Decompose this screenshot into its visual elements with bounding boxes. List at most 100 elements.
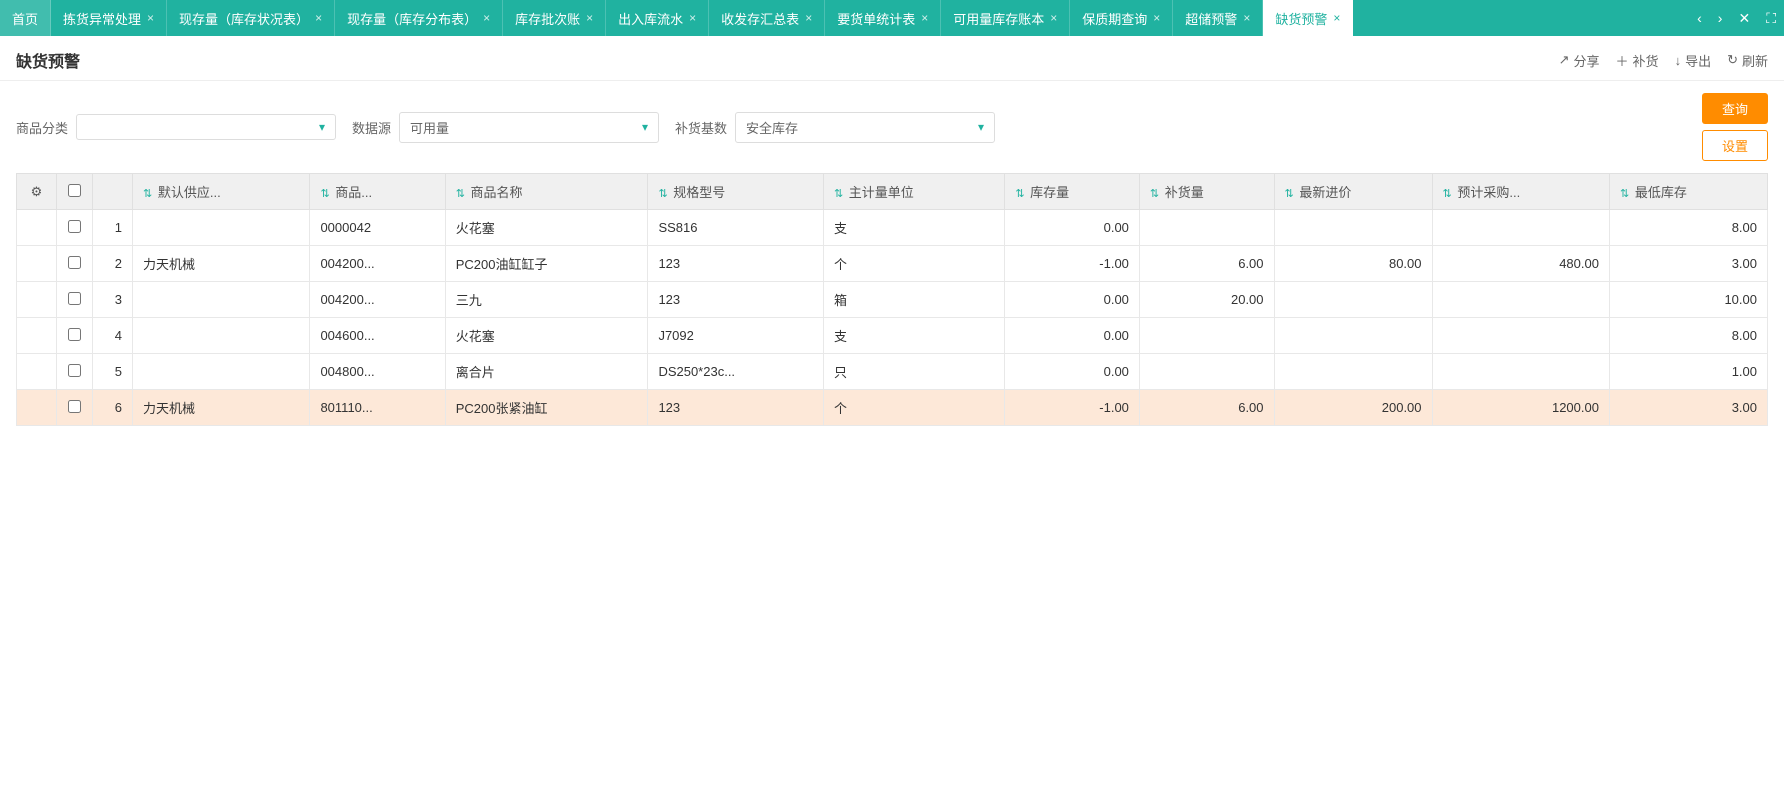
row-check[interactable] <box>57 246 93 282</box>
col-product-code[interactable]: ⇅ 商品... <box>310 174 445 210</box>
table-row: 3 004200... 三九 123 箱 0.00 20.00 10.00 <box>17 282 1768 318</box>
tab-requisition-stats-close[interactable]: × <box>921 11 928 25</box>
filter-actions: 查询 设置 <box>1702 93 1768 161</box>
share-action[interactable]: ↗ 分享 <box>1559 51 1600 70</box>
datasource-select-value: 可用量 <box>410 118 449 137</box>
restock-base-select[interactable]: 安全库存 ▾ <box>735 112 995 143</box>
tab-home[interactable]: 首页 <box>0 0 51 36</box>
tab-fullscreen-button[interactable]: ⛶ <box>1758 6 1784 31</box>
row-spec: 123 <box>648 246 824 282</box>
tab-inventory-dist-label: 现存量（库存分布表） <box>347 9 477 28</box>
refresh-icon: ↻ <box>1727 52 1738 68</box>
row-restock-qty: 6.00 <box>1139 246 1274 282</box>
row-restock-qty: 20.00 <box>1139 282 1274 318</box>
tab-expiry-query[interactable]: 保质期查询 × <box>1070 0 1173 36</box>
col-restock-qty[interactable]: ⇅ 补货量 <box>1139 174 1274 210</box>
tab-exception[interactable]: 拣货异常处理 × <box>51 0 167 36</box>
tab-expiry-query-close[interactable]: × <box>1153 11 1160 25</box>
row-checkbox-2[interactable] <box>68 292 81 305</box>
tab-home-label: 首页 <box>12 9 38 28</box>
row-checkbox-0[interactable] <box>68 220 81 233</box>
row-spec: 123 <box>648 282 824 318</box>
col-unit[interactable]: ⇅ 主计量单位 <box>823 174 1004 210</box>
tab-inventory-status-close[interactable]: × <box>315 11 322 25</box>
row-latest-price <box>1274 354 1432 390</box>
table-row: 1 0000042 火花塞 SS816 支 0.00 8.00 <box>17 210 1768 246</box>
row-unit: 只 <box>823 354 1004 390</box>
row-stock: -1.00 <box>1005 246 1140 282</box>
tab-requisition-stats[interactable]: 要货单统计表 × <box>825 0 941 36</box>
row-checkbox-3[interactable] <box>68 328 81 341</box>
row-stock: 0.00 <box>1005 210 1140 246</box>
tab-inventory-dist-close[interactable]: × <box>483 11 490 25</box>
tab-inventory-status[interactable]: 现存量（库存状况表） × <box>167 0 335 36</box>
row-product-code: 004200... <box>310 246 445 282</box>
col-product-name[interactable]: ⇅ 商品名称 <box>445 174 648 210</box>
row-gear <box>17 210 57 246</box>
query-button[interactable]: 查询 <box>1702 93 1768 124</box>
tab-overstock[interactable]: 超储预警 × <box>1173 0 1263 36</box>
restock-base-label: 补货基数 <box>675 118 727 137</box>
table-row: 5 004800... 离合片 DS250*23c... 只 0.00 1.00 <box>17 354 1768 390</box>
tab-receive-summary-close[interactable]: × <box>805 11 812 25</box>
sort-price-icon: ⇅ <box>1285 188 1294 200</box>
tab-exception-close[interactable]: × <box>147 11 154 25</box>
datasource-label: 数据源 <box>352 118 391 137</box>
tab-restore-button[interactable]: ✕ <box>1730 6 1758 31</box>
row-check[interactable] <box>57 210 93 246</box>
col-min-stock[interactable]: ⇅ 最低库存 <box>1609 174 1767 210</box>
share-label: 分享 <box>1574 51 1600 70</box>
col-gear[interactable]: ⚙ <box>17 174 57 210</box>
row-check[interactable] <box>57 390 93 426</box>
row-product-code: 0000042 <box>310 210 445 246</box>
tab-batch-account-label: 库存批次账 <box>515 9 580 28</box>
sort-code-icon: ⇅ <box>320 188 329 200</box>
row-check[interactable] <box>57 318 93 354</box>
row-checkbox-1[interactable] <box>68 256 81 269</box>
col-stock[interactable]: ⇅ 库存量 <box>1005 174 1140 210</box>
row-unit: 个 <box>823 390 1004 426</box>
datasource-select[interactable]: 可用量 ▾ <box>399 112 659 143</box>
row-num: 1 <box>93 210 133 246</box>
row-restock-qty <box>1139 318 1274 354</box>
tab-overstock-close[interactable]: × <box>1243 11 1250 25</box>
select-all-checkbox[interactable] <box>68 184 81 197</box>
row-latest-price: 200.00 <box>1274 390 1432 426</box>
row-check[interactable] <box>57 354 93 390</box>
restock-action[interactable]: ＋ 补货 <box>1616 51 1659 70</box>
page-header: 缺货预警 ↗ 分享 ＋ 补货 ↓ 导出 ↻ 刷新 <box>0 36 1784 81</box>
tab-batch-account-close[interactable]: × <box>586 11 593 25</box>
tab-batch-account[interactable]: 库存批次账 × <box>503 0 606 36</box>
col-est-purchase[interactable]: ⇅ 预计采购... <box>1432 174 1609 210</box>
tab-inout-flow[interactable]: 出入库流水 × <box>606 0 709 36</box>
tab-receive-summary[interactable]: 收发存汇总表 × <box>709 0 825 36</box>
tab-shortage[interactable]: 缺货预警 × <box>1263 0 1353 36</box>
col-spec[interactable]: ⇅ 规格型号 <box>648 174 824 210</box>
main-content: 缺货预警 ↗ 分享 ＋ 补货 ↓ 导出 ↻ 刷新 商品分类 <box>0 36 1784 796</box>
tab-available-ledger-close[interactable]: × <box>1050 11 1057 25</box>
tab-bar: 首页 拣货异常处理 × 现存量（库存状况表） × 现存量（库存分布表） × 库存… <box>0 0 1784 36</box>
tab-inventory-dist[interactable]: 现存量（库存分布表） × <box>335 0 503 36</box>
tab-next-button[interactable]: › <box>1710 6 1731 30</box>
category-select[interactable]: ▾ <box>76 114 336 140</box>
row-checkbox-4[interactable] <box>68 364 81 377</box>
table-container: ⚙ ⇅ 默认供应... ⇅ 商品... ⇅ <box>0 173 1784 442</box>
tab-shortage-close[interactable]: × <box>1333 11 1340 25</box>
col-latest-price[interactable]: ⇅ 最新进价 <box>1274 174 1432 210</box>
row-spec: DS250*23c... <box>648 354 824 390</box>
tab-inout-flow-close[interactable]: × <box>689 11 696 25</box>
row-checkbox-5[interactable] <box>68 400 81 413</box>
row-min-stock: 3.00 <box>1609 390 1767 426</box>
sort-name-icon: ⇅ <box>456 188 465 200</box>
tab-available-ledger[interactable]: 可用量库存账本 × <box>941 0 1070 36</box>
row-min-stock: 1.00 <box>1609 354 1767 390</box>
export-action[interactable]: ↓ 导出 <box>1675 51 1712 70</box>
refresh-action[interactable]: ↻ 刷新 <box>1727 51 1768 70</box>
tab-prev-button[interactable]: ‹ <box>1689 6 1710 30</box>
settings-button[interactable]: 设置 <box>1702 130 1768 161</box>
col-default-supplier[interactable]: ⇅ 默认供应... <box>133 174 310 210</box>
restock-base-value: 安全库存 <box>746 118 798 137</box>
row-check[interactable] <box>57 282 93 318</box>
category-filter-group: 商品分类 ▾ <box>16 114 336 140</box>
shortage-table: ⚙ ⇅ 默认供应... ⇅ 商品... ⇅ <box>16 173 1768 426</box>
